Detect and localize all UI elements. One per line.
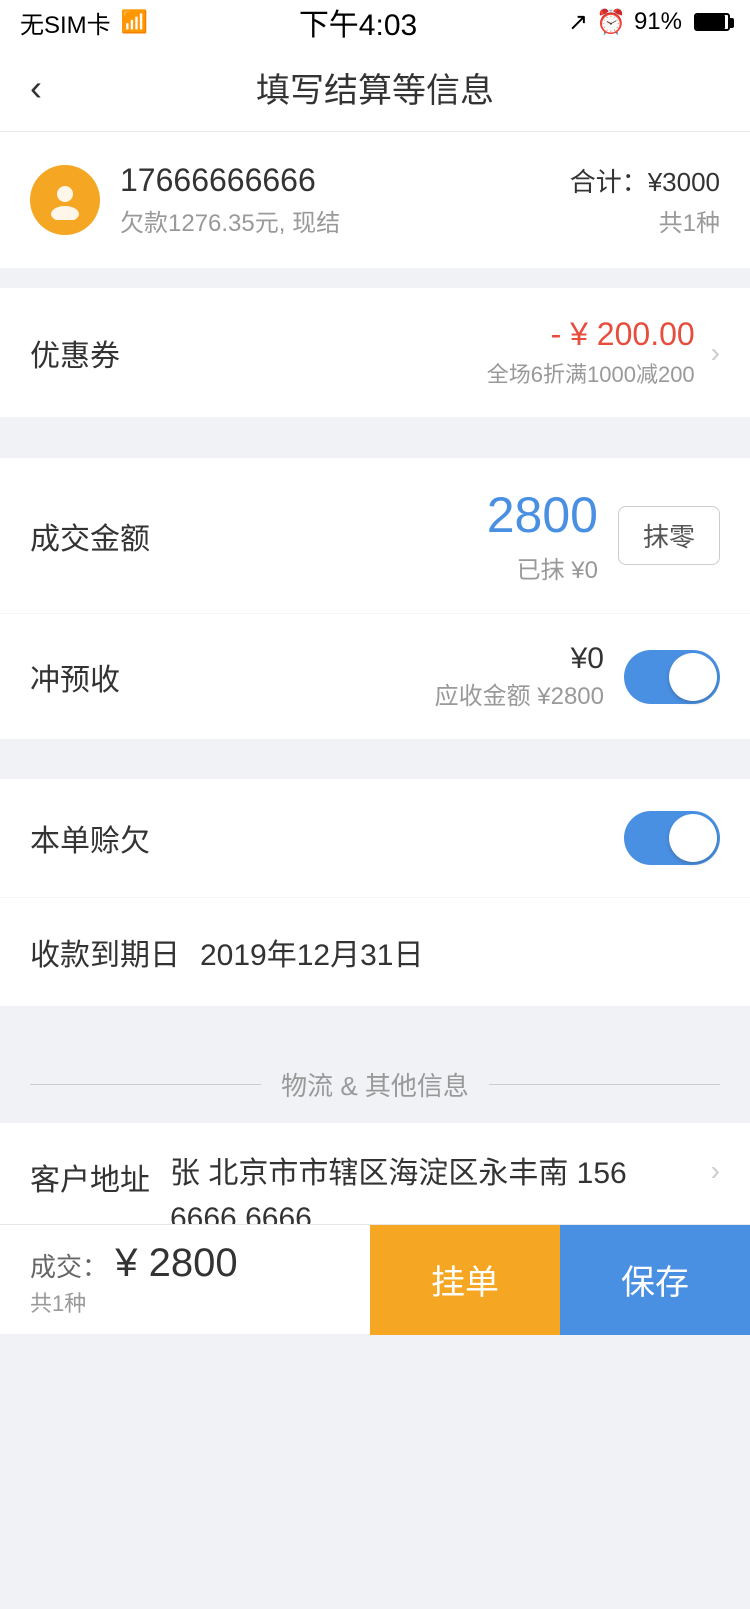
credit-label: 本单赊欠 xyxy=(30,816,150,860)
round-off-button[interactable]: 抹零 xyxy=(618,506,720,565)
advance-value-block: ¥0 应收金额 ¥2800 xyxy=(435,642,604,711)
customer-subtext: 欠款1276.35元, 现结 xyxy=(120,203,340,238)
deal-amount-label: 成交金额 xyxy=(30,514,150,558)
deal-amount-sub: 已抹 ¥0 xyxy=(487,550,598,585)
coupon-desc: 全场6折满1000减200 xyxy=(487,357,695,389)
customer-info-card: 17666666666 欠款1276.35元, 现结 合计：¥3000 共1种 xyxy=(0,132,750,268)
status-bar: 无SIM卡 📶 下午4:03 ↗ ⏰ 91% xyxy=(0,0,750,44)
status-time: 下午4:03 xyxy=(299,0,417,44)
page-title: 填写结算等信息 xyxy=(256,63,494,112)
credit-toggle[interactable] xyxy=(624,811,720,865)
coupon-card: 优惠券 - ¥ 200.00 全场6折满1000减200 › xyxy=(0,288,750,418)
bottom-count: 共1种 xyxy=(30,1286,340,1318)
alarm-icon: ⏰ xyxy=(596,8,626,37)
coupon-right: - ¥ 200.00 全场6折满1000减200 › xyxy=(487,316,720,389)
nav-bar: ‹ 填写结算等信息 xyxy=(0,44,750,132)
due-date-section: 收款到期日 2019年12月31日 xyxy=(0,898,750,1006)
section-divider-2 xyxy=(0,759,750,779)
customer-info: 17666666666 欠款1276.35元, 现结 xyxy=(120,162,340,238)
advance-toggle[interactable] xyxy=(624,650,720,704)
advance-right: ¥0 应收金额 ¥2800 xyxy=(435,642,720,711)
advance-row: 冲预收 ¥0 应收金额 ¥2800 xyxy=(30,642,720,711)
deal-amount-right: 2800 已抹 ¥0 抹零 xyxy=(487,486,720,585)
credit-card: 本单赊欠 收款到期日 2019年12月31日 xyxy=(0,779,750,1006)
credit-row: 本单赊欠 xyxy=(0,779,750,898)
divider-line-left xyxy=(30,1084,261,1085)
section-divider-3 xyxy=(0,1026,750,1046)
customer-right: 合计：¥3000 共1种 xyxy=(570,162,720,238)
customer-phone: 17666666666 xyxy=(120,162,340,199)
location-icon: ↗ xyxy=(568,8,588,37)
deal-amount-card: 成交金额 2800 已抹 ¥0 抹零 冲预收 ¥0 应收金额 ¥2800 xyxy=(0,458,750,739)
deal-amount-number: 2800 xyxy=(487,486,598,544)
sim-indicator: 无SIM卡 xyxy=(20,5,111,40)
bottom-bar: 成交： ¥ 2800 共1种 挂单 保存 xyxy=(0,1224,750,1334)
avatar xyxy=(30,165,100,235)
divider-line-right xyxy=(489,1084,720,1085)
battery-icon xyxy=(694,13,730,31)
due-date-label: 收款到期日 xyxy=(30,930,180,974)
logistics-divider: 物流 & 其他信息 xyxy=(0,1046,750,1123)
due-date-row: 收款到期日 2019年12月31日 xyxy=(30,930,720,974)
address-chevron-icon: › xyxy=(711,1151,720,1187)
due-date-value: 2019年12月31日 xyxy=(200,930,423,974)
deal-amount-section: 成交金额 2800 已抹 ¥0 抹零 xyxy=(0,458,750,614)
total-count: 共1种 xyxy=(570,203,720,238)
bottom-left: 成交： ¥ 2800 共1种 xyxy=(0,1241,370,1318)
hang-order-button[interactable]: 挂单 xyxy=(370,1225,560,1335)
save-button[interactable]: 保存 xyxy=(560,1225,750,1335)
logistics-text: 物流 & 其他信息 xyxy=(281,1066,469,1103)
status-right: ↗ ⏰ 91% xyxy=(568,8,730,37)
customer-row: 17666666666 欠款1276.35元, 现结 合计：¥3000 共1种 xyxy=(0,132,750,268)
bottom-deal-amount: ¥ 2800 xyxy=(115,1241,237,1285)
coupon-amount: - ¥ 200.00 xyxy=(487,316,695,353)
back-button[interactable]: ‹ xyxy=(30,67,42,109)
content: 17666666666 欠款1276.35元, 现结 合计：¥3000 共1种 … xyxy=(0,132,750,1609)
credit-toggle-knob xyxy=(669,814,717,862)
coupon-label: 优惠券 xyxy=(30,331,120,375)
status-left: 无SIM卡 📶 xyxy=(20,5,148,40)
section-divider-1 xyxy=(0,438,750,458)
bottom-deal-label: 成交： ¥ 2800 xyxy=(30,1241,340,1286)
customer-left: 17666666666 欠款1276.35元, 现结 xyxy=(30,162,340,238)
address-label: 客户地址 xyxy=(30,1151,150,1199)
toggle-knob xyxy=(669,653,717,701)
advance-label: 冲预收 xyxy=(30,655,120,699)
coupon-value: - ¥ 200.00 全场6折满1000减200 xyxy=(487,316,695,389)
wifi-icon: 📶 xyxy=(121,9,148,35)
advance-section: 冲预收 ¥0 应收金额 ¥2800 xyxy=(0,614,750,739)
battery-percent: 91% xyxy=(634,8,682,36)
chevron-right-icon: › xyxy=(711,337,720,369)
advance-amount: ¥0 xyxy=(435,642,604,676)
deal-amount-row: 成交金额 2800 已抹 ¥0 抹零 xyxy=(30,486,720,585)
advance-subtext: 应收金额 ¥2800 xyxy=(435,676,604,711)
total-label: 合计：¥3000 xyxy=(570,162,720,199)
coupon-row[interactable]: 优惠券 - ¥ 200.00 全场6折满1000减200 › xyxy=(0,288,750,418)
bottom-deal-prefix: 成交： xyxy=(30,1252,108,1282)
deal-amount-value-block: 2800 已抹 ¥0 xyxy=(487,486,598,585)
